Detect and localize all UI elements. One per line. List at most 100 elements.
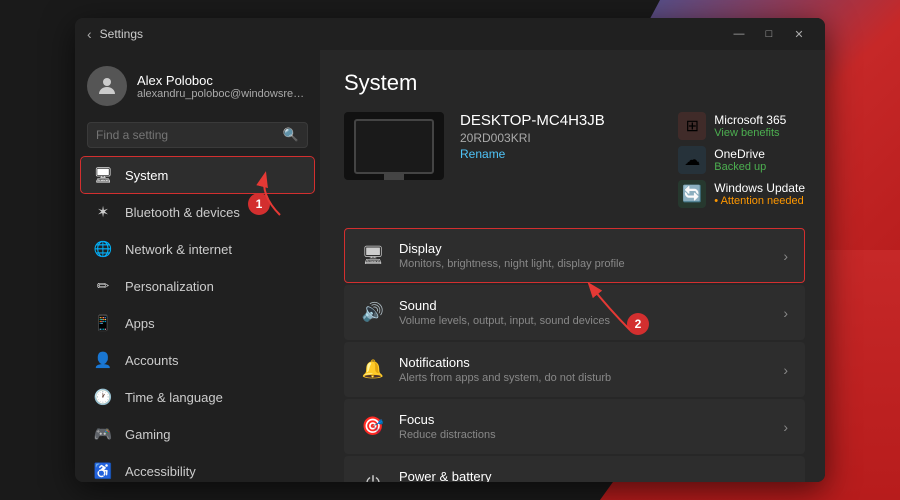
search-icon: 🔍 <box>283 127 299 143</box>
maximize-button[interactable]: □ <box>755 20 783 48</box>
window-body: Alex Poloboc alexandru_poloboc@windowsre… <box>75 50 825 482</box>
title-bar: ‹ Settings — □ ✕ <box>75 18 825 50</box>
user-email: alexandru_poloboc@windowsreport... <box>137 88 308 100</box>
settings-item-display[interactable]: 🖥 Display Monitors, brightness, night li… <box>344 228 805 283</box>
quick-link-title-1: OneDrive <box>714 147 766 161</box>
device-section: DESKTOP-MC4H3JB 20RD003KRI Rename ⊞ Micr… <box>344 112 805 208</box>
nav-icon-7: 🎮 <box>93 424 113 444</box>
quick-link-text-0: Microsoft 365 View benefits <box>714 113 786 139</box>
quick-link-title-2: Windows Update <box>714 181 805 195</box>
nav-label-2: Network & internet <box>125 242 232 257</box>
quick-link-text-1: OneDrive Backed up <box>714 147 766 173</box>
user-info: Alex Poloboc alexandru_poloboc@windowsre… <box>137 73 308 100</box>
settings-text-1: Sound Volume levels, output, input, soun… <box>399 298 769 327</box>
user-profile[interactable]: Alex Poloboc alexandru_poloboc@windowsre… <box>75 50 320 118</box>
user-name: Alex Poloboc <box>137 73 308 88</box>
window-controls: — □ ✕ <box>725 20 813 48</box>
settings-title-3: Focus <box>399 412 769 427</box>
device-id: 20RD003KRI <box>460 131 662 145</box>
settings-window: ‹ Settings — □ ✕ Alex Poloboc alexa <box>75 18 825 482</box>
quick-link-2[interactable]: 🔄 Windows Update • Attention needed <box>678 180 805 208</box>
quick-link-icon-0: ⊞ <box>678 112 706 140</box>
quick-link-text-2: Windows Update • Attention needed <box>714 181 805 207</box>
settings-sub-2: Alerts from apps and system, do not dist… <box>399 372 769 384</box>
nav-label-5: Accounts <box>125 353 178 368</box>
nav-icon-2: 🌐 <box>93 239 113 259</box>
settings-title-0: Display <box>399 241 769 256</box>
sidebar-item-time---language[interactable]: 🕐 Time & language <box>81 379 314 415</box>
content-area: System DESKTOP-MC4H3JB 20RD003KRI Rename… <box>320 50 825 482</box>
user-avatar-icon <box>95 74 119 98</box>
quick-link-sub-2: • Attention needed <box>714 195 805 207</box>
settings-item-power---battery[interactable]: ⏻ Power & battery Sleep, battery usage, … <box>344 456 805 482</box>
quick-link-icon-2: 🔄 <box>678 180 706 208</box>
settings-title-2: Notifications <box>399 355 769 370</box>
nav-list: 🖥 System ✶ Bluetooth & devices 🌐 Network… <box>75 156 320 482</box>
nav-label-6: Time & language <box>125 390 223 405</box>
nav-icon-6: 🕐 <box>93 387 113 407</box>
settings-text-4: Power & battery Sleep, battery usage, ba… <box>399 469 769 482</box>
nav-icon-1: ✶ <box>93 202 113 222</box>
sidebar-item-network---internet[interactable]: 🌐 Network & internet <box>81 231 314 267</box>
device-info: DESKTOP-MC4H3JB 20RD003KRI Rename <box>460 112 662 161</box>
search-container: 🔍 <box>75 118 320 156</box>
sidebar-item-accounts[interactable]: 👤 Accounts <box>81 342 314 378</box>
nav-label-8: Accessibility <box>125 464 196 479</box>
settings-title-4: Power & battery <box>399 469 769 482</box>
close-button[interactable]: ✕ <box>785 20 813 48</box>
chevron-icon-4: › <box>783 476 788 483</box>
device-thumbnail <box>344 112 444 180</box>
sidebar-item-personalization[interactable]: ✏ Personalization <box>81 268 314 304</box>
settings-item-notifications[interactable]: 🔔 Notifications Alerts from apps and sys… <box>344 342 805 397</box>
nav-label-3: Personalization <box>125 279 214 294</box>
minimize-button[interactable]: — <box>725 20 753 48</box>
settings-icon-0: 🖥 <box>361 244 385 268</box>
quick-link-title-0: Microsoft 365 <box>714 113 786 127</box>
chevron-icon-3: › <box>783 419 788 435</box>
chevron-icon-1: › <box>783 305 788 321</box>
quick-links: ⊞ Microsoft 365 View benefits ☁ OneDrive… <box>678 112 805 208</box>
quick-link-sub-1: Backed up <box>714 161 766 173</box>
sidebar-item-bluetooth---devices[interactable]: ✶ Bluetooth & devices <box>81 194 314 230</box>
sidebar: Alex Poloboc alexandru_poloboc@windowsre… <box>75 50 320 482</box>
sidebar-item-gaming[interactable]: 🎮 Gaming <box>81 416 314 452</box>
settings-icon-4: ⏻ <box>361 472 385 483</box>
rename-link[interactable]: Rename <box>460 147 662 161</box>
nav-label-4: Apps <box>125 316 155 331</box>
settings-icon-2: 🔔 <box>361 358 385 382</box>
settings-text-0: Display Monitors, brightness, night ligh… <box>399 241 769 270</box>
quick-link-sub-0: View benefits <box>714 127 786 139</box>
settings-text-2: Notifications Alerts from apps and syste… <box>399 355 769 384</box>
quick-link-1[interactable]: ☁ OneDrive Backed up <box>678 146 805 174</box>
settings-title-1: Sound <box>399 298 769 313</box>
nav-icon-8: ♿ <box>93 461 113 481</box>
search-input[interactable] <box>96 128 277 142</box>
settings-sub-1: Volume levels, output, input, sound devi… <box>399 315 769 327</box>
monitor-icon <box>354 119 434 174</box>
nav-icon-0: 🖥 <box>93 165 113 185</box>
page-title: System <box>344 70 805 96</box>
settings-sub-0: Monitors, brightness, night light, displ… <box>399 258 769 270</box>
avatar <box>87 66 127 106</box>
quick-link-icon-1: ☁ <box>678 146 706 174</box>
search-box: 🔍 <box>87 122 308 148</box>
nav-icon-5: 👤 <box>93 350 113 370</box>
device-name: DESKTOP-MC4H3JB <box>460 112 662 129</box>
window-title: Settings <box>100 27 143 41</box>
sidebar-item-system[interactable]: 🖥 System <box>81 157 314 193</box>
quick-link-0[interactable]: ⊞ Microsoft 365 View benefits <box>678 112 805 140</box>
settings-item-sound[interactable]: 🔊 Sound Volume levels, output, input, so… <box>344 285 805 340</box>
nav-label-1: Bluetooth & devices <box>125 205 240 220</box>
settings-icon-3: 🎯 <box>361 415 385 439</box>
chevron-icon-0: › <box>783 248 788 264</box>
nav-label-0: System <box>125 168 168 183</box>
settings-item-focus[interactable]: 🎯 Focus Reduce distractions › <box>344 399 805 454</box>
settings-text-3: Focus Reduce distractions <box>399 412 769 441</box>
back-button[interactable]: ‹ <box>87 26 92 42</box>
nav-label-7: Gaming <box>125 427 171 442</box>
sidebar-item-apps[interactable]: 📱 Apps <box>81 305 314 341</box>
settings-list: 🖥 Display Monitors, brightness, night li… <box>344 228 805 482</box>
nav-icon-4: 📱 <box>93 313 113 333</box>
nav-icon-3: ✏ <box>93 276 113 296</box>
sidebar-item-accessibility[interactable]: ♿ Accessibility <box>81 453 314 482</box>
